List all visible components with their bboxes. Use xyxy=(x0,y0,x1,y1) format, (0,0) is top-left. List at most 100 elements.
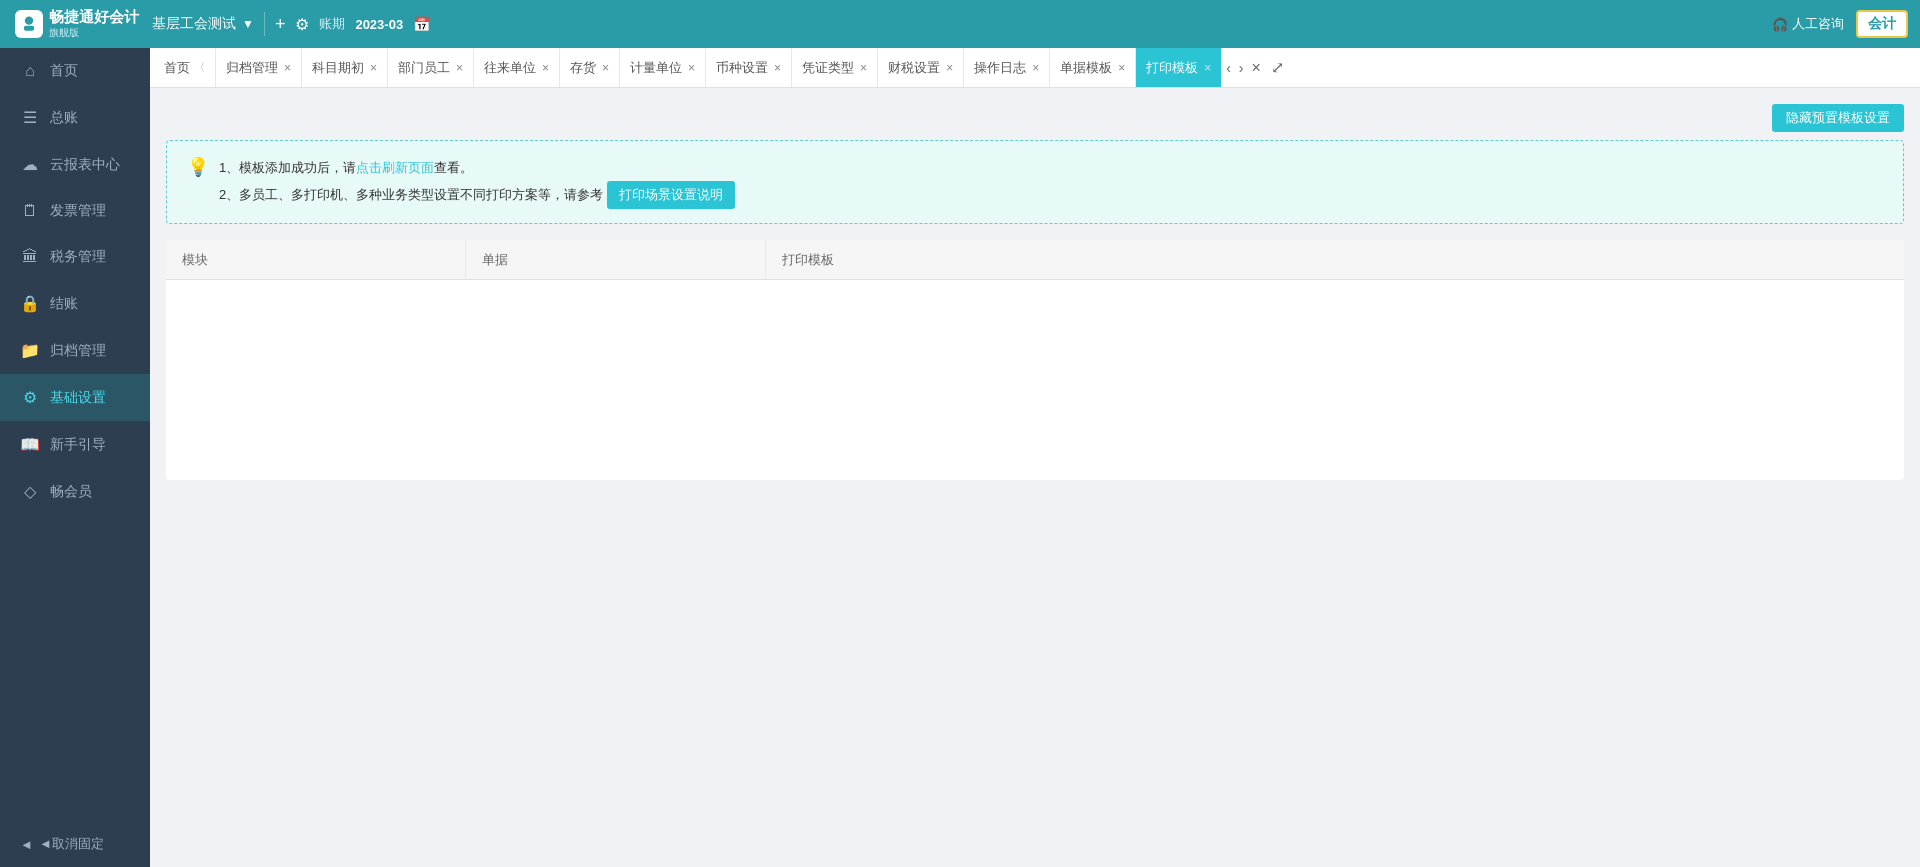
tab-close-supplier[interactable]: × xyxy=(542,61,549,75)
app-name: 畅捷通好会计 xyxy=(49,8,139,26)
tab-label-currency: 币种设置 xyxy=(716,59,768,77)
cancel-fixed-icon: ◄ xyxy=(20,837,33,852)
tab-close-currency[interactable]: × xyxy=(774,61,781,75)
tab-close-printtemplate[interactable]: × xyxy=(1204,61,1211,75)
notice-box: 💡 1、模板添加成功后，请点击刷新页面查看。 2、多员工、多打印机、多种业务类型… xyxy=(166,140,1904,224)
sidebar-label-guide: 新手引导 xyxy=(50,436,106,454)
invoice-icon: 🗒 xyxy=(20,202,40,220)
tab-close-voucher[interactable]: × xyxy=(860,61,867,75)
company-name: 基层工会测试 xyxy=(152,15,236,33)
notice-line2: 2、多员工、多打印机、多种业务类型设置不同打印方案等，请参考 打印场景设置说明 xyxy=(219,181,1883,209)
tab-close-oplog[interactable]: × xyxy=(1032,61,1039,75)
sidebar-item-archive[interactable]: 📁 归档管理 xyxy=(0,327,150,374)
tab-label-printtemplate: 打印模板 xyxy=(1146,59,1198,77)
tab-close-dept[interactable]: × xyxy=(456,61,463,75)
sidebar-item-settings[interactable]: ⚙ 基础设置 xyxy=(0,374,150,421)
sidebar-label-report: 云报表中心 xyxy=(50,156,120,174)
sidebar-item-report[interactable]: ☁ 云报表中心 xyxy=(0,141,150,188)
support-button[interactable]: 🎧 人工咨询 xyxy=(1772,15,1844,33)
app-edition: 旗舰版 xyxy=(49,26,139,40)
sidebar-item-home[interactable]: ⌂ 首页 xyxy=(0,48,150,94)
tab-close-inventory[interactable]: × xyxy=(602,61,609,75)
tab-bar: 首页 〈 归档管理 × 科目期初 × 部门员工 × 往来单位 × 存货 × xyxy=(150,48,1920,88)
tab-sliptemplate[interactable]: 单据模板 × xyxy=(1050,48,1136,88)
tab-archive[interactable]: 归档管理 × xyxy=(216,48,302,88)
refresh-link[interactable]: 点击刷新页面 xyxy=(356,160,434,175)
app-logo-icon xyxy=(15,10,43,38)
divider-1 xyxy=(264,12,265,36)
ledger-icon: ☰ xyxy=(20,108,40,127)
sidebar-label-settings: 基础设置 xyxy=(50,389,106,407)
table-area: 模块 单据 打印模板 xyxy=(166,240,1904,480)
th-module: 模块 xyxy=(166,240,466,279)
tab-label-taxsetting: 财税设置 xyxy=(888,59,940,77)
cancel-fixed-label: ◄取消固定 xyxy=(39,835,104,853)
sidebar-item-guide[interactable]: 📖 新手引导 xyxy=(0,421,150,468)
tab-supplier[interactable]: 往来单位 × xyxy=(474,48,560,88)
svg-rect-1 xyxy=(24,26,34,31)
sidebar-item-close[interactable]: 🔒 结账 xyxy=(0,280,150,327)
tab-label-home: 首页 xyxy=(164,59,190,77)
sidebar-label-tax: 税务管理 xyxy=(50,248,106,266)
main-layout: ⌂ 首页 ☰ 总账 ☁ 云报表中心 🗒 发票管理 🏛 税务管理 🔒 结账 📁 归… xyxy=(0,48,1920,867)
sidebar: ⌂ 首页 ☰ 总账 ☁ 云报表中心 🗒 发票管理 🏛 税务管理 🔒 结账 📁 归… xyxy=(0,48,150,867)
period-label: 账期 xyxy=(319,15,345,33)
sidebar-label-archive: 归档管理 xyxy=(50,342,106,360)
tab-oplog[interactable]: 操作日志 × xyxy=(964,48,1050,88)
tab-inventory[interactable]: 存货 × xyxy=(560,48,620,88)
archive-icon: 📁 xyxy=(20,341,40,360)
tab-close-archive[interactable]: × xyxy=(284,61,291,75)
content-area: 首页 〈 归档管理 × 科目期初 × 部门员工 × 往来单位 × 存货 × xyxy=(150,48,1920,867)
support-label: 人工咨询 xyxy=(1792,15,1844,33)
tab-prev-button[interactable]: ‹ xyxy=(1222,48,1235,88)
tab-label-dept: 部门员工 xyxy=(398,59,450,77)
tab-close-all-button[interactable]: × xyxy=(1248,48,1265,88)
calendar-icon[interactable]: 📅 xyxy=(413,16,430,32)
company-selector[interactable]: 基层工会测试 ▼ xyxy=(152,15,254,33)
settings-button[interactable]: ⚙ xyxy=(295,15,309,34)
print-scene-button[interactable]: 打印场景设置说明 xyxy=(607,181,735,209)
tab-label-archive: 归档管理 xyxy=(226,59,278,77)
sidebar-item-invoice[interactable]: 🗒 发票管理 xyxy=(0,188,150,234)
tab-close-sliptemplate[interactable]: × xyxy=(1118,61,1125,75)
tab-voucher[interactable]: 凭证类型 × xyxy=(792,48,878,88)
hide-preview-button[interactable]: 隐藏预置模板设置 xyxy=(1772,104,1904,132)
tab-subject[interactable]: 科目期初 × xyxy=(302,48,388,88)
report-icon: ☁ xyxy=(20,155,40,174)
tab-taxsetting[interactable]: 财税设置 × xyxy=(878,48,964,88)
table-body xyxy=(166,280,1904,480)
table-header: 模块 单据 打印模板 xyxy=(166,240,1904,280)
logo-area: 畅捷通好会计 旗舰版 xyxy=(12,8,142,40)
tab-dept[interactable]: 部门员工 × xyxy=(388,48,474,88)
tab-expand-button[interactable]: ⤢ xyxy=(1267,48,1288,88)
svg-point-0 xyxy=(25,17,33,25)
tab-close-unit[interactable]: × xyxy=(688,61,695,75)
tab-home-nav-icon: 〈 xyxy=(194,60,205,75)
sidebar-item-ledger[interactable]: ☰ 总账 xyxy=(0,94,150,141)
sidebar-label-ledger: 总账 xyxy=(50,109,78,127)
sidebar-item-tax[interactable]: 🏛 税务管理 xyxy=(0,234,150,280)
cancel-fixed-button[interactable]: ◄ ◄取消固定 xyxy=(0,821,150,867)
tab-printtemplate[interactable]: 打印模板 × xyxy=(1136,48,1222,88)
gear-icon: ⚙ xyxy=(20,388,40,407)
tab-close-taxsetting[interactable]: × xyxy=(946,61,953,75)
tab-label-supplier: 往来单位 xyxy=(484,59,536,77)
tab-close-subject[interactable]: × xyxy=(370,61,377,75)
kuaiji-button[interactable]: 会计 xyxy=(1856,10,1908,38)
notice-text-content: 1、模板添加成功后，请点击刷新页面查看。 2、多员工、多打印机、多种业务类型设置… xyxy=(219,155,1883,209)
headset-icon: 🎧 xyxy=(1772,17,1788,32)
tab-label-sliptemplate: 单据模板 xyxy=(1060,59,1112,77)
sidebar-item-member[interactable]: ◇ 畅会员 xyxy=(0,468,150,515)
tab-unit[interactable]: 计量单位 × xyxy=(620,48,706,88)
tab-home[interactable]: 首页 〈 xyxy=(154,48,216,88)
page-top-actions: 隐藏预置模板设置 xyxy=(166,104,1904,132)
period-value: 2023-03 xyxy=(355,17,403,32)
guide-icon: 📖 xyxy=(20,435,40,454)
tab-next-button[interactable]: › xyxy=(1235,48,1248,88)
company-dropdown-icon: ▼ xyxy=(242,17,254,31)
notice-line1: 1、模板添加成功后，请点击刷新页面查看。 xyxy=(219,155,1883,181)
add-tab-button[interactable]: + xyxy=(275,15,286,33)
sidebar-label-member: 畅会员 xyxy=(50,483,92,501)
tab-currency[interactable]: 币种设置 × xyxy=(706,48,792,88)
page-content: 隐藏预置模板设置 💡 1、模板添加成功后，请点击刷新页面查看。 2、多员工、多打… xyxy=(150,88,1920,867)
